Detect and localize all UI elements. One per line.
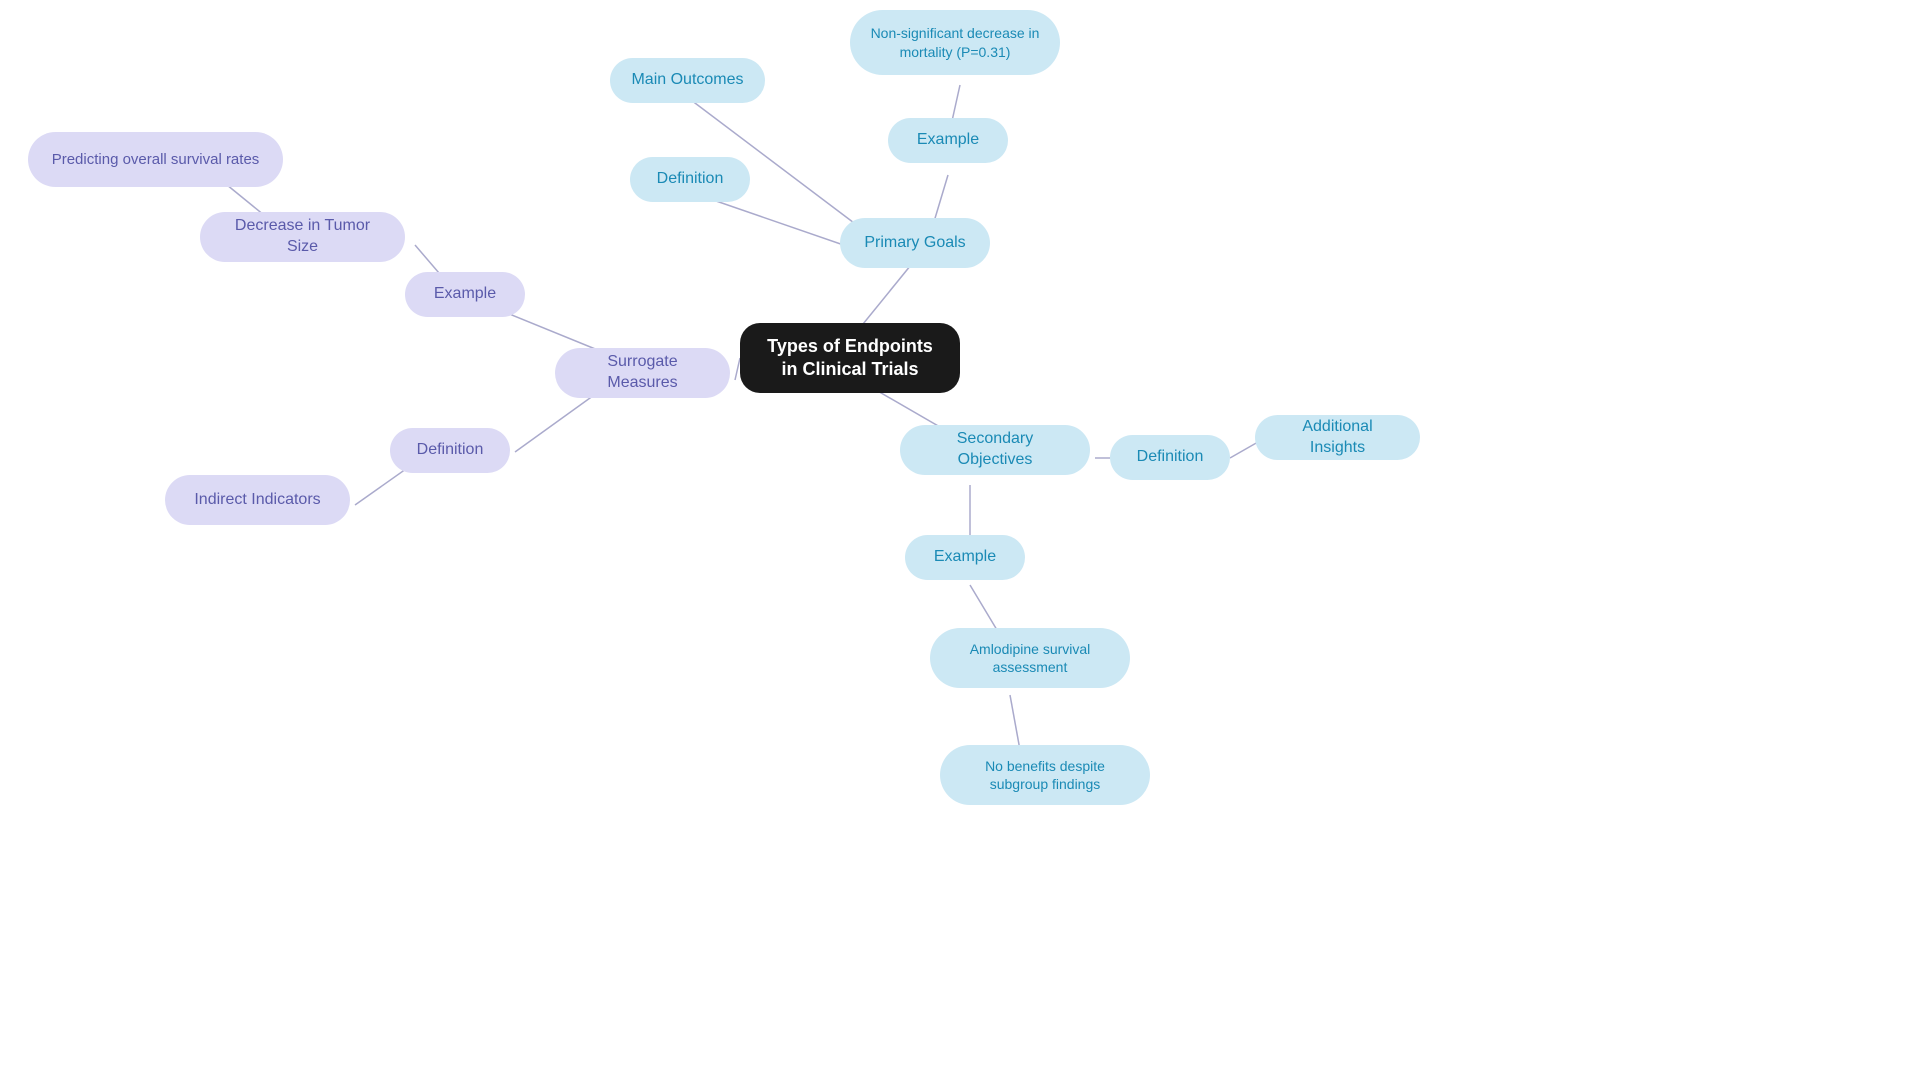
decrease-tumor-size-node: Decrease in Tumor Size (200, 212, 405, 262)
amlodipine-node: Amlodipine survival assessment (930, 628, 1130, 688)
center-node: Types of Endpoints in Clinical Trials (740, 323, 960, 393)
no-benefits-node: No benefits despite subgroup findings (940, 745, 1150, 805)
example1-node: Example (888, 118, 1008, 163)
main-outcomes-node: Main Outcomes (610, 58, 765, 103)
example2-node: Example (905, 535, 1025, 580)
definition-blue1-node: Definition (630, 157, 750, 202)
predicting-overall-node: Predicting overall survival rates (28, 132, 283, 187)
definition-purple-node: Definition (390, 428, 510, 473)
primary-goals-node: Primary Goals (840, 218, 990, 268)
surrogate-measures-node: Surrogate Measures (555, 348, 730, 398)
example-purple-node: Example (405, 272, 525, 317)
non-sig-decrease-node: Non-significant decrease in mortality (P… (850, 10, 1060, 75)
secondary-objectives-node: Secondary Objectives (900, 425, 1090, 475)
definition-blue2-node: Definition (1110, 435, 1230, 480)
indirect-indicators-node: Indirect Indicators (165, 475, 350, 525)
additional-insights-node: Additional Insights (1255, 415, 1420, 460)
